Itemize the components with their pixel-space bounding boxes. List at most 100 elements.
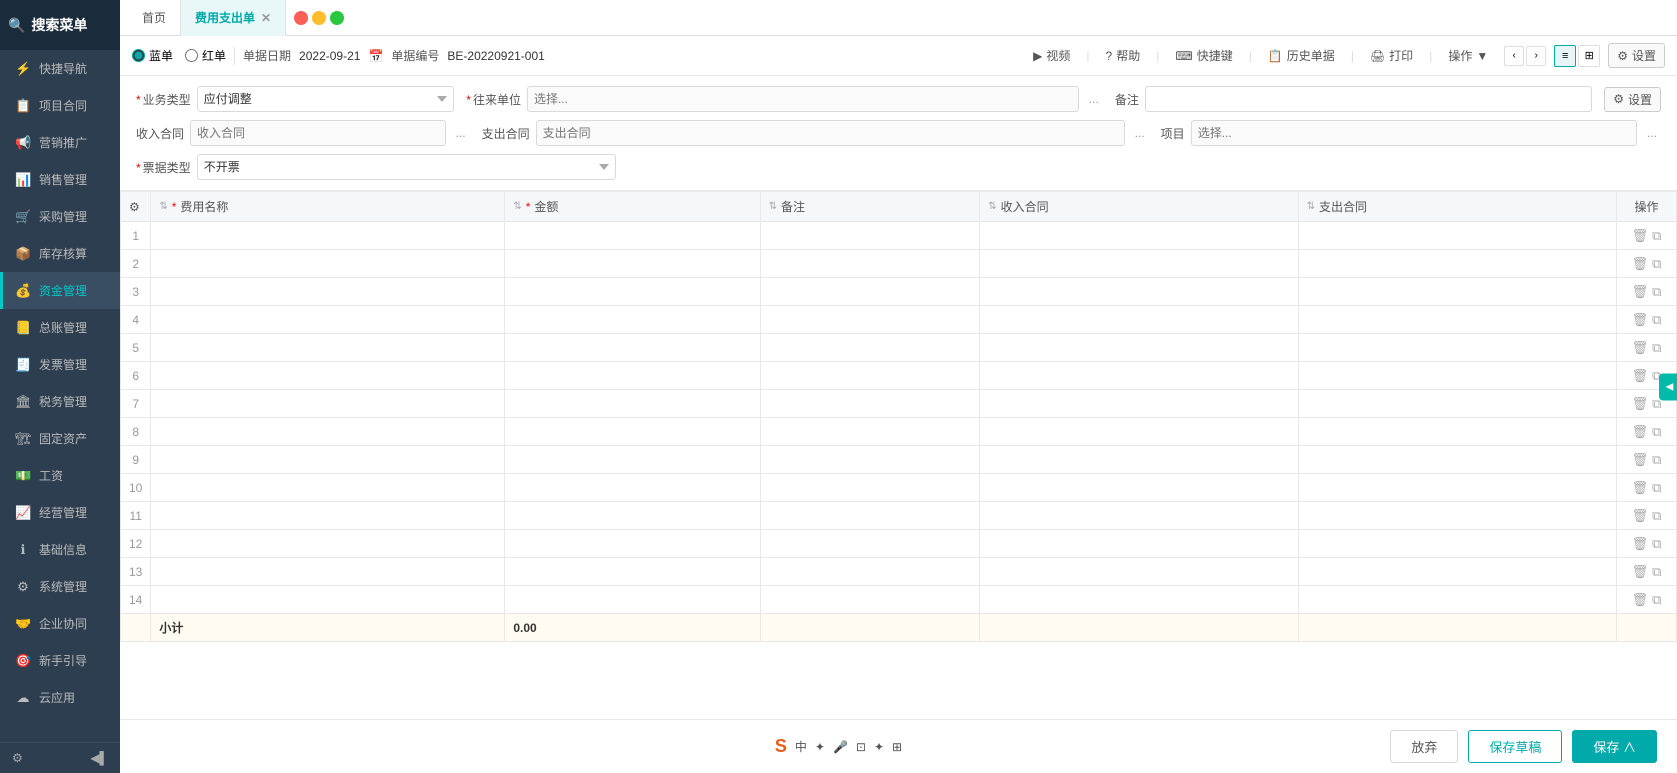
save-draft-btn[interactable]: 保存草稿 [1468,730,1562,763]
row-expense-contract-7[interactable] [1298,390,1616,418]
row-amount-14[interactable] [505,586,760,614]
row-expense-name-5[interactable] [151,334,505,362]
row-expense-name-9[interactable] [151,446,505,474]
sidebar-item-project-contract[interactable]: 📋 项目合同 [0,87,120,124]
row-income-contract-2[interactable] [980,250,1298,278]
sidebar-item-invoice-mgmt[interactable]: 🧾 发票管理 [0,346,120,383]
sidebar-item-enterprise[interactable]: 🤝 企业协同 [0,605,120,642]
win-close-btn[interactable] [294,11,308,25]
row-copy-icon-5[interactable]: ⧉ [1652,340,1661,356]
history-btn[interactable]: 📋 历史单据 [1260,44,1343,67]
row-remark-9[interactable] [760,446,980,474]
form-setting-btn[interactable]: ⚙ 设置 [1604,87,1661,112]
row-expense-contract-1[interactable] [1298,222,1616,250]
row-delete-icon-2[interactable]: 🗑 [1632,256,1649,272]
row-expense-contract-5[interactable] [1298,334,1616,362]
row-delete-icon-8[interactable]: 🗑 [1632,424,1649,440]
th-sort-left[interactable]: ⇅ [159,201,167,212]
help-btn[interactable]: ? 帮助 [1098,44,1149,67]
row-amount-10[interactable] [505,474,760,502]
row-remark-3[interactable] [760,278,980,306]
row-amount-11[interactable] [505,502,760,530]
row-expense-contract-8[interactable] [1298,418,1616,446]
sidebar-item-sys-mgmt[interactable]: ⚙ 系统管理 [0,568,120,605]
nav-left-btn[interactable]: ‹ [1504,46,1524,66]
row-expense-name-2[interactable] [151,250,505,278]
shortcut-btn[interactable]: ⌨ 快捷键 [1167,44,1240,67]
row-copy-icon-14[interactable]: ⧉ [1652,592,1661,608]
th-sort-income[interactable]: ⇅ [988,201,996,212]
sidebar-item-cloud-apps[interactable]: ☁ 云应用 [0,679,120,716]
invoice-type-select[interactable]: 不开票 [197,154,616,180]
row-remark-5[interactable] [760,334,980,362]
sidebar-item-sales-mgmt[interactable]: 📊 销售管理 [0,161,120,198]
th-settings[interactable]: ⚙ [121,192,151,222]
counterpart-dots[interactable]: ... [1085,92,1103,106]
view-list-icon[interactable]: ≡ [1554,45,1576,67]
row-expense-name-8[interactable] [151,418,505,446]
income-contract-input[interactable] [190,120,446,146]
print-btn[interactable]: 🖨 打印 [1362,44,1421,67]
row-remark-1[interactable] [760,222,980,250]
row-expense-name-6[interactable] [151,362,505,390]
row-delete-icon-7[interactable]: 🗑 [1632,396,1649,412]
row-expense-contract-12[interactable] [1298,530,1616,558]
row-copy-icon-4[interactable]: ⧉ [1652,312,1661,328]
row-amount-6[interactable] [505,362,760,390]
row-expense-name-13[interactable] [151,558,505,586]
row-delete-icon-11[interactable]: 🗑 [1632,508,1649,524]
ops-btn[interactable]: 操作 ▼ [1440,44,1496,67]
radio-red-input[interactable] [185,49,198,62]
radio-blue-input[interactable] [132,49,145,62]
row-income-contract-12[interactable] [980,530,1298,558]
row-delete-icon-9[interactable]: 🗑 [1632,452,1649,468]
row-income-contract-3[interactable] [980,278,1298,306]
row-income-contract-8[interactable] [980,418,1298,446]
row-copy-icon-12[interactable]: ⧉ [1652,536,1661,552]
save-btn[interactable]: 保存 ∧ [1572,730,1657,763]
win-min-btn[interactable] [312,11,326,25]
calendar-icon[interactable]: 📅 [368,49,383,63]
row-delete-icon-10[interactable]: 🗑 [1632,480,1649,496]
row-remark-13[interactable] [760,558,980,586]
view-grid-icon[interactable]: ⊞ [1578,45,1600,67]
row-income-contract-7[interactable] [980,390,1298,418]
sidebar-item-inventory[interactable]: 📦 库存核算 [0,235,120,272]
row-expense-contract-13[interactable] [1298,558,1616,586]
row-copy-icon-1[interactable]: ⧉ [1652,228,1661,244]
sidebar-item-quick-nav[interactable]: ⚡ 快捷导航 [0,50,120,87]
row-amount-9[interactable] [505,446,760,474]
project-dots[interactable]: ... [1643,126,1661,140]
expense-contract-input[interactable] [536,120,1125,146]
row-expense-name-4[interactable] [151,306,505,334]
side-tab[interactable]: ◀ [1659,373,1677,400]
row-expense-name-3[interactable] [151,278,505,306]
income-contract-dots[interactable]: ... [452,126,470,140]
row-delete-icon-1[interactable]: 🗑 [1632,228,1649,244]
row-expense-contract-10[interactable] [1298,474,1616,502]
project-input[interactable] [1191,120,1637,146]
row-amount-5[interactable] [505,334,760,362]
row-income-contract-9[interactable] [980,446,1298,474]
row-expense-contract-6[interactable] [1298,362,1616,390]
row-copy-icon-11[interactable]: ⧉ [1652,508,1661,524]
nav-right-btn[interactable]: › [1526,46,1546,66]
row-expense-contract-4[interactable] [1298,306,1616,334]
sidebar-item-sales-promo[interactable]: 📢 营销推广 [0,124,120,161]
row-remark-2[interactable] [760,250,980,278]
row-delete-icon-13[interactable]: 🗑 [1632,564,1649,580]
row-amount-1[interactable] [505,222,760,250]
row-remark-14[interactable] [760,586,980,614]
discard-btn[interactable]: 放弃 [1390,730,1458,763]
sidebar-item-fixed-assets[interactable]: 🏗 固定资产 [0,420,120,457]
row-copy-icon-3[interactable]: ⧉ [1652,284,1661,300]
sidebar-item-purchase-mgmt[interactable]: 🛒 采购管理 [0,198,120,235]
row-amount-12[interactable] [505,530,760,558]
row-remark-10[interactable] [760,474,980,502]
row-remark-12[interactable] [760,530,980,558]
row-amount-7[interactable] [505,390,760,418]
sidebar-item-basic-info[interactable]: ℹ 基础信息 [0,531,120,568]
biz-type-select[interactable]: 应付调整 [197,86,455,112]
row-remark-4[interactable] [760,306,980,334]
row-expense-name-7[interactable] [151,390,505,418]
